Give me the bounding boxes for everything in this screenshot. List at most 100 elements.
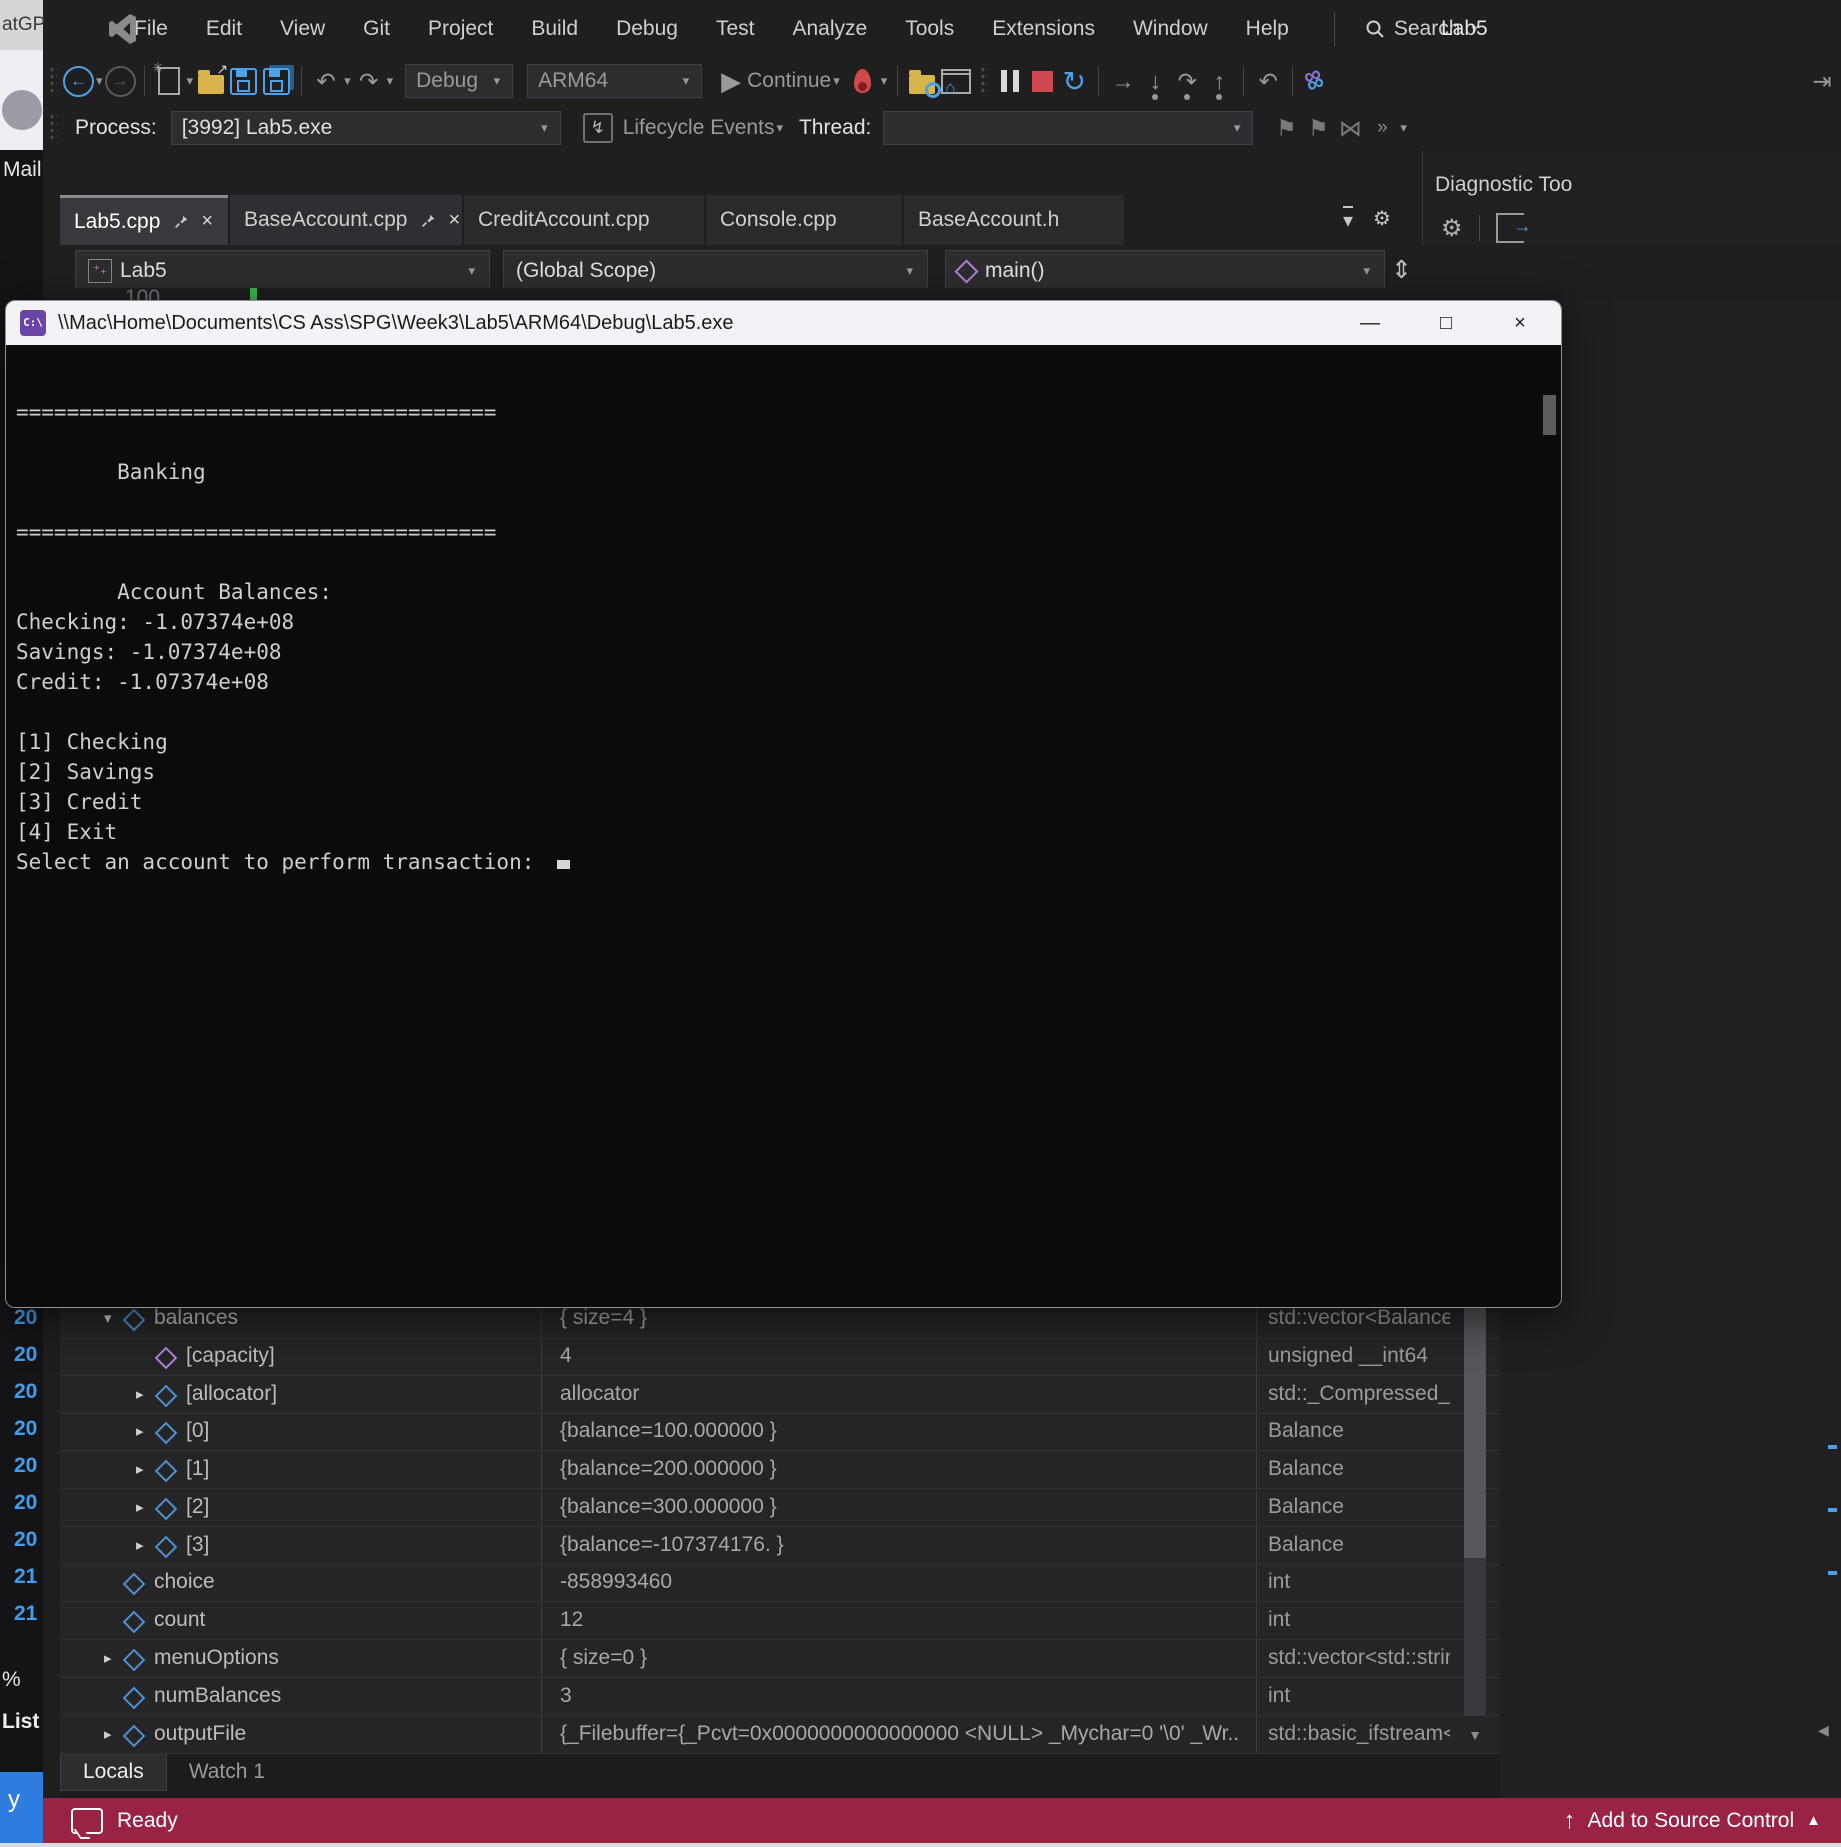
pin-icon[interactable] [421, 213, 436, 228]
tab-list-icon[interactable]: ▾ [1343, 206, 1353, 233]
console-scrollbar-thumb[interactable] [1543, 395, 1556, 435]
continue-button[interactable]: Continue [747, 69, 831, 93]
menu-debug[interactable]: Debug [597, 0, 697, 57]
locals-row[interactable]: count 12 int [60, 1602, 1500, 1640]
locals-row[interactable]: numBalances 3 int [60, 1678, 1500, 1716]
minimize-button[interactable]: — [1339, 301, 1401, 345]
stop-debugging-button[interactable] [1032, 71, 1053, 92]
locals-row[interactable]: ▸ menuOptions { size=0 } std::vector<std… [60, 1640, 1500, 1678]
thread-dropdown[interactable]: ▾ [883, 111, 1253, 145]
menu-extensions[interactable]: Extensions [973, 0, 1114, 57]
flag-group-icon[interactable]: ⚑ [1305, 110, 1331, 146]
chevron-down-icon[interactable]: ▾ [776, 120, 783, 136]
chevron-down-icon[interactable]: ▾ [881, 73, 888, 89]
tab-console-cpp[interactable]: Console.cpp [706, 195, 902, 245]
scroll-down-icon[interactable]: ▼ [1464, 1720, 1486, 1750]
expander-icon[interactable]: ▸ [136, 1498, 144, 1516]
gear-icon[interactable]: ⚙ [1373, 206, 1391, 233]
scrollbar-thumb[interactable] [1464, 1300, 1486, 1558]
tab-watch-1[interactable]: Watch 1 [167, 1754, 287, 1790]
lifecycle-events-icon[interactable]: ↯ [583, 113, 613, 143]
scope-dropdown[interactable]: (Global Scope) ▾ [503, 250, 928, 292]
chevron-down-icon[interactable]: ▾ [387, 73, 394, 89]
chevron-down-icon[interactable]: ▾ [344, 73, 351, 89]
menu-window[interactable]: Window [1114, 0, 1227, 57]
restart-button[interactable]: ↻ [1061, 63, 1087, 99]
toolbar-drag-handle[interactable] [49, 113, 57, 143]
undo-button[interactable]: ↶ [313, 63, 339, 99]
parallel-stacks-icon[interactable]: ⋈ [1337, 110, 1363, 146]
tab-creditaccount-cpp[interactable]: CreditAccount.cpp [464, 195, 704, 245]
step-over-button[interactable]: ↷ [1174, 63, 1200, 99]
toolbar-drag-handle[interactable] [980, 66, 988, 96]
tab-baseaccount-cpp[interactable]: BaseAccount.cpp × [230, 195, 462, 245]
locals-row[interactable]: ▸ [allocator] allocator std::_Compressed… [60, 1376, 1500, 1414]
configuration-dropdown[interactable]: Debug ▾ [405, 64, 513, 98]
flag-threads-icon[interactable]: ⚑ [1273, 110, 1299, 146]
tab-locals[interactable]: Locals [60, 1754, 167, 1791]
tab-baseaccount-h[interactable]: BaseAccount.h [904, 195, 1124, 245]
tab-lab5-cpp[interactable]: Lab5.cpp × [60, 195, 228, 245]
expander-icon[interactable]: ▸ [136, 1536, 144, 1554]
close-icon[interactable]: × [448, 209, 460, 232]
locals-row[interactable]: ▸ [2] {balance=300.000000 } Balance [60, 1489, 1500, 1527]
chevron-down-icon[interactable]: ▾ [1400, 120, 1407, 136]
chevron-down-icon[interactable]: ▾ [96, 73, 103, 89]
overflow-chevrons-icon[interactable]: » [1369, 110, 1395, 146]
save-all-icon[interactable] [263, 68, 290, 95]
folder-search-icon[interactable] [909, 75, 935, 94]
process-dropdown[interactable]: [3992] Lab5.exe ▾ [171, 111, 561, 145]
window-home-icon[interactable] [941, 69, 971, 94]
chevron-down-icon[interactable]: ▾ [833, 73, 840, 89]
redo-button[interactable]: ↷ [356, 63, 382, 99]
export-icon[interactable] [1496, 213, 1524, 243]
menu-tools[interactable]: Tools [886, 0, 973, 57]
expander-icon[interactable]: ▸ [136, 1385, 144, 1403]
add-to-source-control-button[interactable]: ↑ Add to Source Control ▲ [1564, 1807, 1821, 1835]
navigate-back-button[interactable]: ← [63, 66, 94, 97]
toolbar-overflow-button[interactable]: ⇥ [1809, 63, 1835, 99]
menu-analyze[interactable]: Analyze [773, 0, 886, 57]
function-dropdown[interactable]: main() ▾ [945, 250, 1385, 292]
close-icon[interactable]: × [201, 210, 213, 233]
locals-row[interactable]: choice -858993460 int [60, 1564, 1500, 1602]
lifecycle-events-button[interactable]: Lifecycle Events [623, 116, 775, 140]
locals-row[interactable]: ▸ [0] {balance=100.000000 } Balance [60, 1413, 1500, 1451]
hot-reload-icon[interactable] [854, 69, 871, 93]
scroll-left-icon[interactable]: ◀ [1818, 1722, 1829, 1739]
run-to-cursor-button[interactable]: ↶ [1255, 63, 1281, 99]
intellitrace-icon[interactable]: ∞∞ [1304, 66, 1334, 96]
pin-icon[interactable] [174, 214, 189, 229]
show-next-statement-button[interactable]: → [1110, 63, 1136, 99]
maximize-button[interactable]: □ [1415, 301, 1477, 345]
expander-icon[interactable]: ▾ [104, 1309, 112, 1327]
menu-build[interactable]: Build [512, 0, 597, 57]
expander-icon[interactable]: ▸ [104, 1649, 112, 1667]
project-dropdown[interactable]: ⁺₊ Lab5 ▾ [75, 250, 490, 292]
expander-icon[interactable]: ▸ [136, 1422, 144, 1440]
expander-icon[interactable]: ▸ [104, 1725, 112, 1743]
feedback-icon[interactable] [71, 1808, 103, 1834]
step-out-button[interactable]: ↑ [1206, 63, 1232, 99]
split-editor-icon[interactable]: ⇕ [1391, 255, 1412, 285]
console-output[interactable]: ====================================== B… [6, 345, 1561, 1307]
locals-row[interactable]: [capacity] 4 unsigned __int64 [60, 1338, 1500, 1376]
close-button[interactable]: × [1489, 301, 1551, 345]
locals-scrollbar[interactable] [1464, 1300, 1486, 1716]
continue-play-icon[interactable]: ▶ [718, 63, 744, 99]
expander-icon[interactable]: ▸ [136, 1460, 144, 1478]
menu-test[interactable]: Test [697, 0, 774, 57]
chevron-down-icon[interactable]: ▾ [187, 73, 194, 89]
toolbar-drag-handle[interactable] [49, 66, 57, 96]
break-all-button[interactable] [997, 63, 1023, 99]
menu-git[interactable]: Git [344, 0, 409, 57]
console-title-bar[interactable]: C:\ \\Mac\Home\Documents\CS Ass\SPG\Week… [6, 301, 1561, 345]
locals-row[interactable]: ▸ outputFile {_Filebuffer={_Pcvt=0x00000… [60, 1716, 1500, 1754]
new-file-icon[interactable] [158, 67, 180, 95]
locals-row[interactable]: ▸ [3] {balance=-107374176. } Balance [60, 1527, 1500, 1565]
menu-view[interactable]: View [261, 0, 344, 57]
menu-project[interactable]: Project [409, 0, 512, 57]
save-icon[interactable] [230, 68, 257, 95]
platform-dropdown[interactable]: ARM64 ▾ [527, 64, 702, 98]
menu-help[interactable]: Help [1227, 0, 1308, 57]
